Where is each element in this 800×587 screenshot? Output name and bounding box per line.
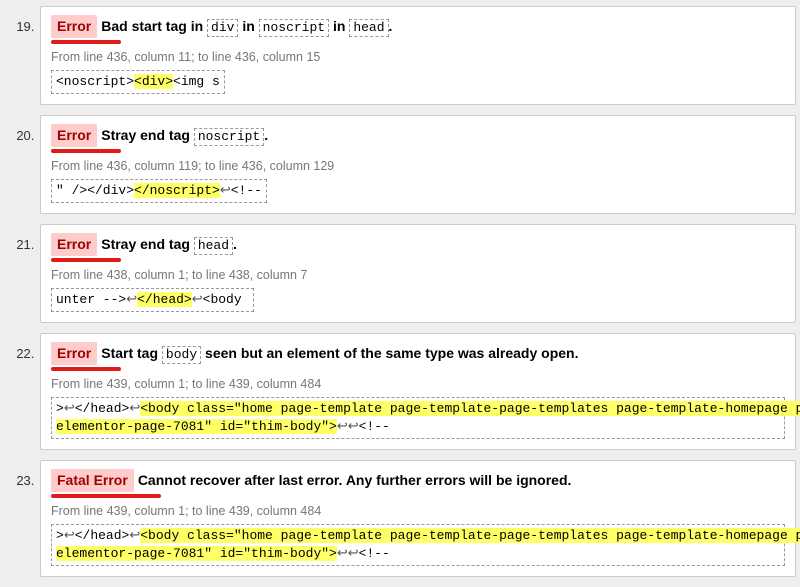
message-box: ErrorStray end tag head. From line 438, c… xyxy=(40,224,796,323)
message-header: ErrorStray end tag noscript. xyxy=(51,124,785,147)
inline-code: body xyxy=(162,346,201,364)
code-extract: <noscript><div><img s xyxy=(51,70,225,94)
validation-message-item: ErrorStray end tag noscript. From line 43… xyxy=(38,115,796,214)
fatal-error-badge: Fatal Error xyxy=(51,469,134,492)
message-text: Stray end tag xyxy=(101,127,194,143)
inline-code: head xyxy=(194,237,233,255)
source-location: From line 439, column 1; to line 439, co… xyxy=(51,377,785,391)
validation-message-item: ErrorStray end tag head. From line 438, c… xyxy=(38,224,796,323)
message-text: Stray end tag xyxy=(101,236,194,252)
error-underline-annotation xyxy=(51,40,121,44)
error-badge: Error xyxy=(51,233,97,256)
error-underline-annotation xyxy=(51,149,121,153)
message-text: Bad start tag in xyxy=(101,18,207,34)
message-header: ErrorStray end tag head. xyxy=(51,233,785,256)
validation-message-item: ErrorStart tag body seen but an element … xyxy=(38,333,796,450)
code-extract: >↩</head>↩<body class="home page-templat… xyxy=(51,397,785,439)
inline-code: noscript xyxy=(194,128,264,146)
code-extract: unter -->↩</head>↩<body xyxy=(51,288,254,312)
inline-code: noscript xyxy=(259,19,329,37)
code-extract: >↩</head>↩<body class="home page-templat… xyxy=(51,524,785,566)
error-underline-annotation xyxy=(51,494,161,498)
source-location: From line 439, column 1; to line 439, co… xyxy=(51,504,785,518)
inline-code: div xyxy=(207,19,238,37)
error-badge: Error xyxy=(51,124,97,147)
error-underline-annotation xyxy=(51,367,121,371)
validation-messages-list: ErrorBad start tag in div in noscript in… xyxy=(4,6,796,577)
message-box: Fatal ErrorCannot recover after last err… xyxy=(40,460,796,577)
code-extract: " /></div></noscript>↩<!-- xyxy=(51,179,267,203)
message-text: Start tag xyxy=(101,345,162,361)
message-text: Cannot recover after last error. Any fur… xyxy=(138,472,572,488)
message-box: ErrorStart tag body seen but an element … xyxy=(40,333,796,450)
inline-code: head xyxy=(349,19,388,37)
message-text: . xyxy=(389,18,393,34)
error-badge: Error xyxy=(51,342,97,365)
message-text: in xyxy=(238,18,258,34)
message-box: ErrorBad start tag in div in noscript in… xyxy=(40,6,796,105)
source-location: From line 436, column 119; to line 436, … xyxy=(51,159,785,173)
message-text: in xyxy=(329,18,349,34)
message-text: . xyxy=(233,236,237,252)
message-header: Fatal ErrorCannot recover after last err… xyxy=(51,469,785,492)
message-box: ErrorStray end tag noscript. From line 43… xyxy=(40,115,796,214)
message-text: . xyxy=(264,127,268,143)
error-badge: Error xyxy=(51,15,97,38)
validation-message-item: Fatal ErrorCannot recover after last err… xyxy=(38,460,796,577)
validation-message-item: ErrorBad start tag in div in noscript in… xyxy=(38,6,796,105)
error-underline-annotation xyxy=(51,258,121,262)
message-text: seen but an element of the same type was… xyxy=(201,345,578,361)
message-header: ErrorBad start tag in div in noscript in… xyxy=(51,15,785,38)
source-location: From line 438, column 1; to line 438, co… xyxy=(51,268,785,282)
source-location: From line 436, column 11; to line 436, c… xyxy=(51,50,785,64)
message-header: ErrorStart tag body seen but an element … xyxy=(51,342,785,365)
